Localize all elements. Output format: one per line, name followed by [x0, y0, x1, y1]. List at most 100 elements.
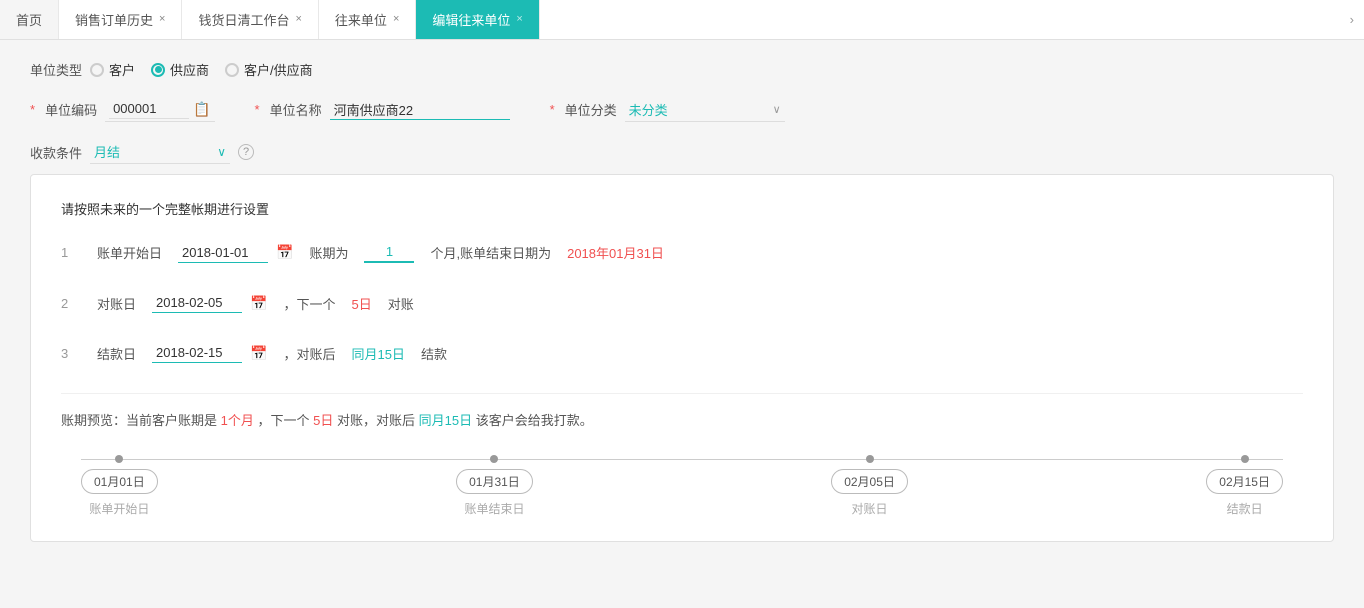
- row-3-mid-text: ，对账后: [283, 344, 335, 363]
- radio-both-circle: [225, 63, 239, 77]
- unit-type-section: 单位类型 客户 供应商 客户/供应商: [30, 60, 1334, 79]
- main-content: 单位类型 客户 供应商 客户/供应商 * 单位编码: [0, 40, 1364, 608]
- tab-sales-order-label: 销售订单历史: [75, 10, 153, 29]
- payment-dropdown-arrow-icon: ∨: [217, 145, 226, 159]
- timeline-badge-3: 02月15日: [1206, 469, 1283, 494]
- category-label: 单位分类: [565, 100, 617, 119]
- name-input[interactable]: [330, 100, 510, 120]
- timeline-node-2: 02月05日 对账日: [831, 445, 908, 517]
- row-1-label: 账单开始日: [97, 243, 162, 262]
- tab-home-label: 首页: [16, 10, 42, 29]
- timeline-sub-1: 账单结束日: [464, 500, 524, 517]
- category-required: *: [550, 102, 555, 117]
- timeline-badge-0: 01月01日: [81, 469, 158, 494]
- settings-row-1: 1 账单开始日 📅 账期为 个月,账单结束日期为 2018年01月31日: [61, 242, 1303, 263]
- row-1-suffix: 个月,账单结束日期为: [430, 243, 551, 262]
- row-2-highlight: 5日: [351, 294, 371, 313]
- row-2-calendar-icon[interactable]: 📅: [250, 295, 267, 312]
- timeline-sub-2: 对账日: [852, 500, 888, 517]
- row-1-period-input[interactable]: [364, 242, 414, 263]
- timeline-node-0: 01月01日 账单开始日: [81, 445, 158, 517]
- timeline-dot-0: [115, 455, 123, 463]
- radio-customer-label: 客户: [109, 60, 135, 79]
- code-input-wrapper: 📋: [105, 97, 214, 122]
- timeline-sub-3: 结款日: [1227, 500, 1263, 517]
- preview-label: 账期预览：当前客户账期是: [61, 413, 217, 428]
- radio-supplier-label: 供应商: [170, 60, 209, 79]
- timeline-node-3: 02月15日 结款日: [1206, 445, 1283, 517]
- tab-more-button[interactable]: ›: [1340, 0, 1364, 39]
- settings-card: 请按照未来的一个完整帐期进行设置 1 账单开始日 📅 账期为 个月,账单结束日期…: [30, 174, 1334, 542]
- timeline-dot-1: [490, 455, 498, 463]
- code-required: *: [30, 102, 35, 117]
- row-3-suffix: 结款: [421, 344, 447, 363]
- radio-both[interactable]: 客户/供应商: [225, 60, 313, 79]
- row-3-calendar-icon[interactable]: 📅: [250, 345, 267, 362]
- radio-both-label: 客户/供应商: [244, 60, 313, 79]
- preview-text3: 该客户会给我打款。: [476, 413, 593, 428]
- category-field-group: * 单位分类 未分类 ∨: [550, 98, 785, 122]
- tab-cash-work[interactable]: 钱货日清工作台 ×: [182, 0, 318, 39]
- tab-partner[interactable]: 往来单位 ×: [319, 0, 416, 39]
- payment-help-icon[interactable]: ?: [238, 144, 254, 160]
- timeline-nodes: 01月01日 账单开始日 01月31日 账单结束日 02月05日 对账日 02月…: [81, 445, 1283, 517]
- card-title: 请按照未来的一个完整帐期进行设置: [61, 199, 1303, 218]
- tab-edit-partner-label: 编辑往来单位: [432, 10, 510, 29]
- row-3-num: 3: [61, 346, 81, 361]
- preview-part2: 5日: [313, 413, 333, 428]
- row-1-num: 1: [61, 245, 81, 260]
- tab-edit-partner[interactable]: 编辑往来单位 ×: [416, 0, 539, 39]
- payment-select[interactable]: 月结 ∨: [90, 140, 230, 164]
- timeline-wrapper: 01月01日 账单开始日 01月31日 账单结束日 02月05日 对账日 02月…: [61, 445, 1303, 517]
- row-3-label: 结款日: [97, 344, 136, 363]
- payment-value: 月结: [94, 142, 213, 161]
- radio-customer[interactable]: 客户: [90, 60, 135, 79]
- payment-row: 收款条件 月结 ∨ ?: [30, 140, 1334, 164]
- row-1-highlight: 2018年01月31日: [567, 243, 664, 262]
- radio-group: 客户 供应商 客户/供应商: [90, 60, 313, 79]
- payment-field-group: 收款条件 月结 ∨ ?: [30, 140, 254, 164]
- row-2-suffix: 对账: [388, 294, 414, 313]
- category-value: 未分类: [629, 100, 773, 119]
- code-name-category-row: * 单位编码 📋 * 单位名称 * 单位分类 未分类 ∨: [30, 97, 1334, 122]
- tab-sales-order[interactable]: 销售订单历史 ×: [59, 0, 182, 39]
- timeline-node-1: 01月31日 账单结束日: [456, 445, 533, 517]
- tab-partner-label: 往来单位: [335, 10, 387, 29]
- code-label: 单位编码: [45, 100, 97, 119]
- preview-part1: 1个月: [221, 413, 254, 428]
- tab-sales-order-close[interactable]: ×: [159, 14, 165, 25]
- radio-supplier-circle: [151, 63, 165, 77]
- tab-edit-partner-close[interactable]: ×: [516, 14, 522, 25]
- tab-bar: 首页 销售订单历史 × 钱货日清工作台 × 往来单位 × 编辑往来单位 × ›: [0, 0, 1364, 40]
- settings-row-3: 3 结款日 📅 ，对账后 同月15日 结款: [61, 343, 1303, 363]
- preview-comma1: ，下一个: [258, 413, 310, 428]
- preview-section: 账期预览：当前客户账期是 1个月 ，下一个 5日 对账，对账后 同月15日 该客…: [61, 393, 1303, 445]
- timeline-badge-2: 02月05日: [831, 469, 908, 494]
- unit-type-group: 单位类型 客户 供应商 客户/供应商: [30, 60, 313, 79]
- preview-text2: 对账，对账后: [337, 413, 415, 428]
- name-field-group: * 单位名称: [255, 100, 510, 120]
- unit-type-label: 单位类型: [30, 60, 82, 79]
- timeline-badge-1: 01月31日: [456, 469, 533, 494]
- name-label: 单位名称: [270, 100, 322, 119]
- row-1-date-wrapper: 📅: [178, 243, 293, 263]
- radio-supplier[interactable]: 供应商: [151, 60, 209, 79]
- name-required: *: [255, 102, 260, 117]
- payment-label: 收款条件: [30, 143, 82, 162]
- row-1-calendar-icon[interactable]: 📅: [276, 244, 293, 261]
- row-2-label: 对账日: [97, 294, 136, 313]
- row-1-mid-text: 账期为: [309, 243, 348, 262]
- row-2-date-input[interactable]: [152, 293, 242, 313]
- code-input[interactable]: [109, 99, 189, 119]
- category-select[interactable]: 未分类 ∨: [625, 98, 785, 122]
- row-2-num: 2: [61, 296, 81, 311]
- tab-home[interactable]: 首页: [0, 0, 59, 39]
- row-3-date-input[interactable]: [152, 343, 242, 363]
- row-2-date-wrapper: 📅: [152, 293, 267, 313]
- row-3-highlight: 同月15日: [351, 344, 404, 363]
- tab-partner-close[interactable]: ×: [393, 14, 399, 25]
- code-copy-icon[interactable]: 📋: [193, 101, 210, 118]
- row-1-date-input[interactable]: [178, 243, 268, 263]
- tab-cash-work-close[interactable]: ×: [295, 14, 301, 25]
- row-2-mid-text: ，下一个: [283, 294, 335, 313]
